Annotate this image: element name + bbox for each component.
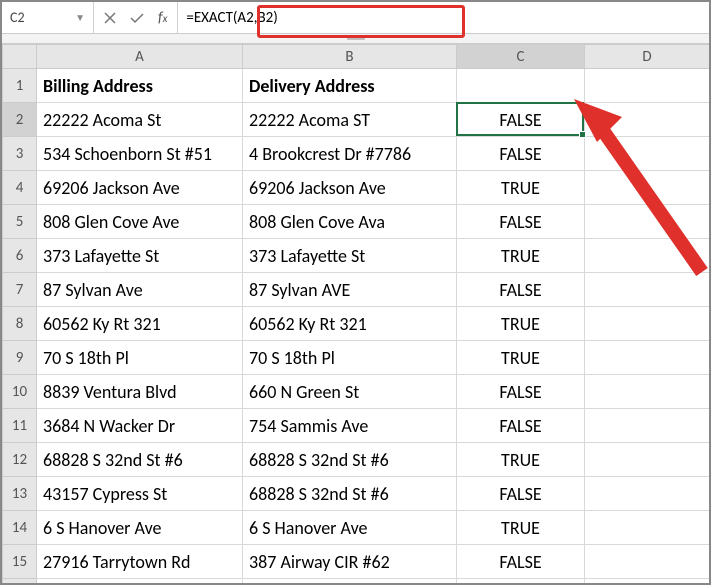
row-header[interactable]: 12 — [3, 443, 37, 477]
cell[interactable]: 22222 Acoma St — [37, 103, 243, 137]
cell[interactable]: 60562 Ky Rt 321 — [243, 307, 457, 341]
cell[interactable]: FALSE — [457, 273, 585, 307]
fx-icon[interactable]: fx — [158, 9, 167, 27]
col-header-D[interactable]: D — [585, 45, 710, 69]
cell[interactable]: 22222 Acoma ST — [243, 103, 457, 137]
cell[interactable]: 87 Sylvan AVE — [243, 273, 457, 307]
cell[interactable]: TRUE — [457, 239, 585, 273]
cell[interactable]: TRUE — [457, 443, 585, 477]
cell[interactable]: 70 S 18th Pl — [243, 341, 457, 375]
formula-input[interactable]: =EXACT(A2,B2) — [178, 2, 709, 33]
formula-bar-expand[interactable] — [2, 34, 709, 44]
cell[interactable] — [457, 69, 585, 103]
cell[interactable] — [585, 239, 710, 273]
cell[interactable] — [585, 205, 710, 239]
cell[interactable]: FALSE — [457, 103, 585, 137]
cell[interactable]: Delivery Address — [243, 69, 457, 103]
cell[interactable] — [585, 341, 710, 375]
cell[interactable]: 4 Brookcrest Dr #7786 — [243, 137, 457, 171]
name-box-value: C2 — [10, 9, 25, 26]
cell[interactable]: 68828 S 32nd St #6 — [37, 443, 243, 477]
select-all-cell[interactable] — [3, 45, 37, 69]
name-box[interactable]: C2 ▼ — [2, 2, 94, 33]
formula-buttons: fx — [94, 2, 178, 33]
cell[interactable]: 68828 S 32nd St #6 — [243, 443, 457, 477]
cell[interactable] — [585, 443, 710, 477]
cell[interactable] — [585, 171, 710, 205]
cell[interactable]: 68828 S 32nd St #6 — [243, 477, 457, 511]
row-header[interactable]: 15 — [3, 545, 37, 579]
cell[interactable]: 60562 Ky Rt 321 — [37, 307, 243, 341]
cell[interactable] — [585, 69, 710, 103]
cell[interactable] — [585, 103, 710, 137]
cell[interactable] — [585, 409, 710, 443]
col-header-A[interactable]: A — [37, 45, 243, 69]
cell[interactable]: FALSE — [457, 545, 585, 579]
enter-icon[interactable] — [130, 12, 144, 24]
cell[interactable]: 8839 Ventura Blvd — [37, 375, 243, 409]
row-header[interactable]: 14 — [3, 511, 37, 545]
cell[interactable]: 754 Sammis Ave — [243, 409, 457, 443]
cell[interactable]: 660 N Green St — [243, 375, 457, 409]
formula-bar: C2 ▼ fx =EXACT(A2,B2) — [2, 2, 709, 34]
cell[interactable] — [585, 137, 710, 171]
cell[interactable] — [585, 307, 710, 341]
cancel-icon[interactable] — [104, 12, 116, 24]
row-header[interactable]: 3 — [3, 137, 37, 171]
row-header[interactable]: 5 — [3, 205, 37, 239]
cell[interactable] — [585, 511, 710, 545]
row-header[interactable]: 13 — [3, 477, 37, 511]
row-header[interactable]: 6 — [3, 239, 37, 273]
cell[interactable]: 6 S Hanover Ave — [37, 511, 243, 545]
row-header[interactable]: 10 — [3, 375, 37, 409]
row-header[interactable]: 1 — [3, 69, 37, 103]
cell[interactable]: FALSE — [457, 137, 585, 171]
cell[interactable]: 43157 Cypress St — [37, 477, 243, 511]
cell[interactable] — [585, 273, 710, 307]
cell[interactable]: 70 S 18th Pl — [37, 341, 243, 375]
cell[interactable]: 808 Glen Cove Ave — [37, 205, 243, 239]
chevron-down-icon[interactable]: ▼ — [75, 11, 85, 24]
cell[interactable]: TRUE — [457, 171, 585, 205]
row-header[interactable]: 7 — [3, 273, 37, 307]
row-header[interactable]: 4 — [3, 171, 37, 205]
cell[interactable] — [457, 579, 585, 585]
cell[interactable]: TRUE — [457, 511, 585, 545]
cell[interactable]: TRUE — [457, 307, 585, 341]
col-header-B[interactable]: B — [243, 45, 457, 69]
cell[interactable]: Billing Address — [37, 69, 243, 103]
cell[interactable] — [585, 579, 710, 585]
cell[interactable]: 87 Sylvan Ave — [37, 273, 243, 307]
cell[interactable]: 808 Glen Cove Ava — [243, 205, 457, 239]
formula-text: =EXACT(A2,B2) — [186, 9, 277, 27]
cell[interactable] — [37, 579, 243, 585]
cell[interactable]: FALSE — [457, 375, 585, 409]
cell[interactable]: TRUE — [457, 341, 585, 375]
cell[interactable]: FALSE — [457, 477, 585, 511]
cell[interactable]: 27916 Tarrytown Rd — [37, 545, 243, 579]
cell[interactable]: FALSE — [457, 205, 585, 239]
row-header[interactable]: 8 — [3, 307, 37, 341]
row-header[interactable]: 9 — [3, 341, 37, 375]
row-header[interactable]: 16 — [3, 579, 37, 585]
row-header[interactable]: 11 — [3, 409, 37, 443]
cell[interactable]: 6 S Hanover Ave — [243, 511, 457, 545]
spreadsheet-grid[interactable]: A B C D 1 Billing Address Delivery Addre… — [2, 44, 709, 585]
cell[interactable] — [243, 579, 457, 585]
cell[interactable] — [585, 477, 710, 511]
cell[interactable] — [585, 375, 710, 409]
cell[interactable]: FALSE — [457, 409, 585, 443]
cell[interactable]: 69206 Jackson Ave — [243, 171, 457, 205]
cell[interactable]: 69206 Jackson Ave — [37, 171, 243, 205]
cell[interactable]: 373 Lafayette St — [37, 239, 243, 273]
cell[interactable]: 373 Lafayette St — [243, 239, 457, 273]
cell[interactable]: 534 Schoenborn St #51 — [37, 137, 243, 171]
col-header-C[interactable]: C — [457, 45, 585, 69]
cell[interactable]: 3684 N Wacker Dr — [37, 409, 243, 443]
cell[interactable] — [585, 545, 710, 579]
cell[interactable]: 387 Airway CIR #62 — [243, 545, 457, 579]
row-header[interactable]: 2 — [3, 103, 37, 137]
